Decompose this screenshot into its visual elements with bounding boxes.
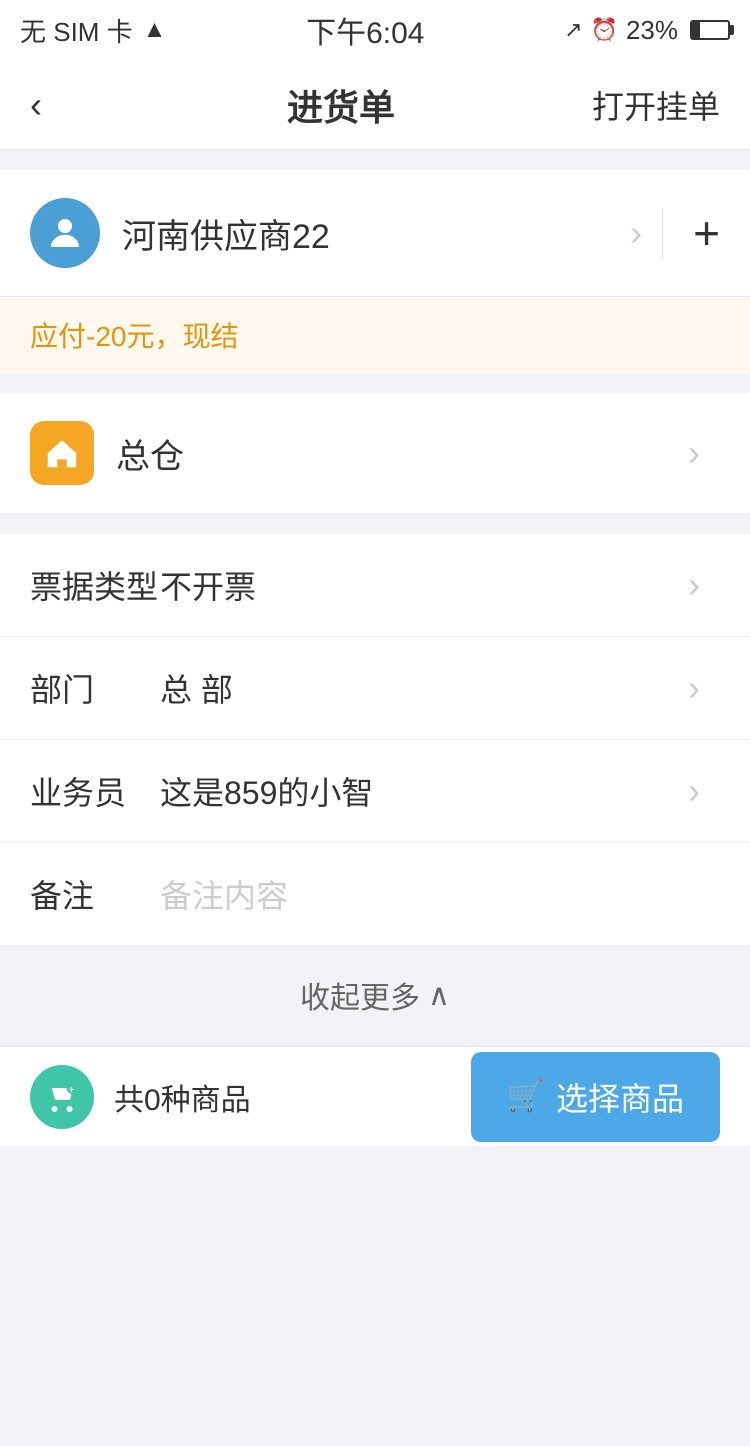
divider-2 xyxy=(0,373,750,393)
cart-icon: + xyxy=(44,1079,80,1115)
invoice-type-row[interactable]: 票据类型 不开票 › xyxy=(0,533,750,636)
page-title: 进货单 xyxy=(287,79,395,131)
alarm-icon: ⏰ xyxy=(591,17,618,43)
warehouse-row[interactable]: 总仓 › xyxy=(0,393,750,513)
warehouse-section: 总仓 › xyxy=(0,393,750,513)
wifi-icon: ▲ xyxy=(143,16,167,44)
status-bar: 无 SIM 卡 ▲ 下午6:04 ↗ ⏰ 23% xyxy=(0,0,750,60)
nav-bar: ‹ 进货单 打开挂单 xyxy=(0,60,750,150)
supplier-row[interactable]: 河南供应商22 › + xyxy=(0,170,750,297)
content-background xyxy=(0,1146,750,1446)
supplier-section: 河南供应商22 › + 应付-20元，现结 xyxy=(0,170,750,373)
invoice-type-value: 不开票 xyxy=(160,562,688,608)
notice-text: 应付-20元，现结 xyxy=(30,321,238,352)
invoice-type-chevron: › xyxy=(688,564,700,606)
select-product-button[interactable]: 🛒 选择商品 xyxy=(471,1052,720,1142)
salesperson-row[interactable]: 业务员 这是859的小智 › xyxy=(0,739,750,842)
salesperson-chevron: › xyxy=(688,770,700,812)
warehouse-name: 总仓 xyxy=(116,429,688,478)
product-cart-icon: + xyxy=(30,1065,94,1129)
house-icon xyxy=(43,434,81,472)
svg-text:+: + xyxy=(69,1084,74,1094)
notice-banner: 应付-20元，现结 xyxy=(0,297,750,373)
bottom-bar: + 共0种商品 🛒 选择商品 xyxy=(0,1046,750,1146)
collapse-arrow-icon: ∧ xyxy=(428,978,450,1013)
person-icon xyxy=(44,212,86,254)
open-pending-button[interactable]: 打开挂单 xyxy=(592,82,720,128)
add-supplier-button[interactable]: + xyxy=(693,206,720,260)
department-row[interactable]: 部门 总 部 › xyxy=(0,636,750,739)
salesperson-value: 这是859的小智 xyxy=(160,768,688,814)
supplier-avatar xyxy=(30,198,100,268)
salesperson-label: 业务员 xyxy=(30,768,160,814)
status-right: ↗ ⏰ 23% xyxy=(564,15,730,46)
department-value: 总 部 xyxy=(160,665,688,711)
select-product-icon: 🛒 xyxy=(507,1079,544,1114)
remark-row[interactable]: 备注 备注内容 xyxy=(0,842,750,945)
divider-3 xyxy=(0,513,750,533)
supplier-name: 河南供应商22 xyxy=(122,209,630,258)
remark-label: 备注 xyxy=(30,871,160,917)
divider-1 xyxy=(0,150,750,170)
product-count: 共0种商品 xyxy=(114,1075,471,1119)
warehouse-icon xyxy=(30,421,94,485)
back-button[interactable]: ‹ xyxy=(30,84,90,126)
department-chevron: › xyxy=(688,667,700,709)
battery-icon xyxy=(690,20,730,40)
location-icon: ↗ xyxy=(564,17,582,43)
battery-percent: 23% xyxy=(626,15,678,46)
warehouse-chevron-icon: › xyxy=(688,432,700,474)
department-label: 部门 xyxy=(30,665,160,711)
vertical-divider xyxy=(662,208,663,258)
carrier-text: 无 SIM 卡 xyxy=(20,12,133,49)
chevron-right-icon: › xyxy=(630,212,642,254)
select-product-label: 选择商品 xyxy=(556,1074,684,1120)
collapse-row[interactable]: 收起更多 ∧ xyxy=(0,945,750,1045)
status-time: 下午6:04 xyxy=(306,8,424,52)
form-section: 票据类型 不开票 › 部门 总 部 › 业务员 这是859的小智 › 备注 备注… xyxy=(0,533,750,945)
status-left: 无 SIM 卡 ▲ xyxy=(20,12,166,49)
remark-input[interactable]: 备注内容 xyxy=(160,871,720,917)
invoice-type-label: 票据类型 xyxy=(30,562,160,608)
collapse-label: 收起更多 xyxy=(300,973,420,1017)
